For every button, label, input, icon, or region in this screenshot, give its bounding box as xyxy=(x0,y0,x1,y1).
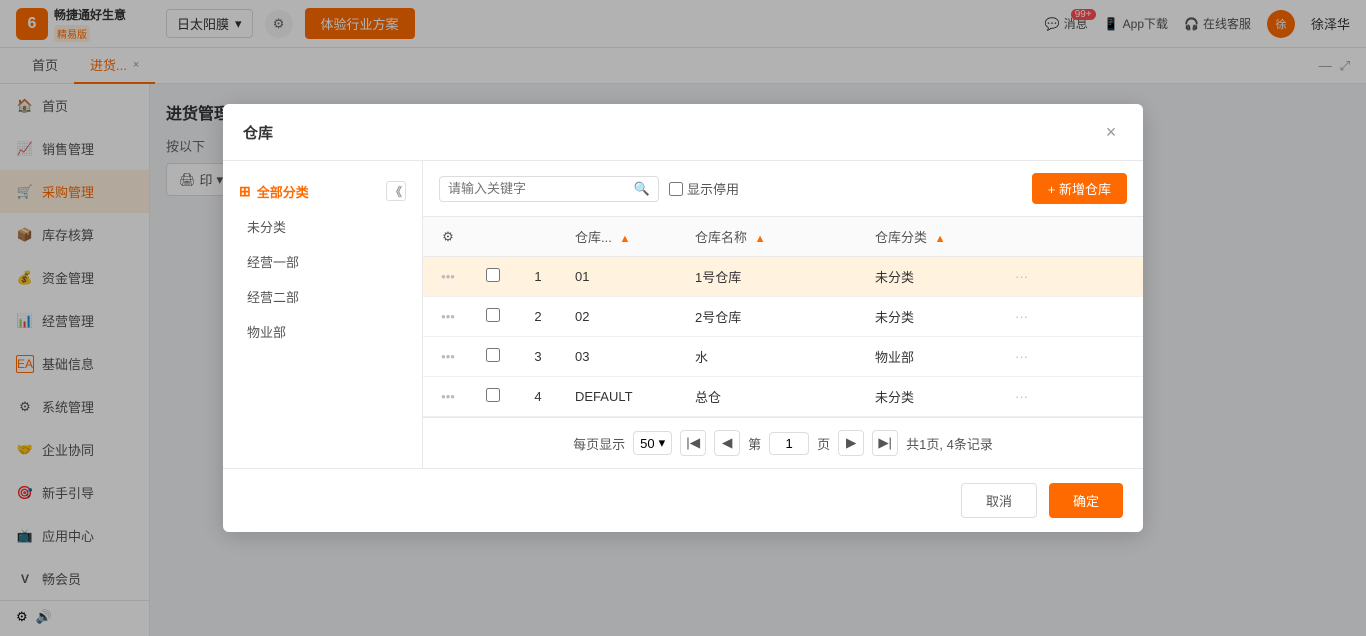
category-operations2[interactable]: 经营二部 xyxy=(223,279,422,314)
row-name-1: 2号仓库 xyxy=(683,297,863,337)
page-number-input[interactable] xyxy=(769,432,809,455)
page-next-button[interactable]: ▶ xyxy=(838,430,864,456)
category-operations1[interactable]: 经营一部 xyxy=(223,244,422,279)
category-all[interactable]: ⊞ 全部分类 《 xyxy=(223,173,422,209)
col-code-header[interactable]: 仓库... ▲ xyxy=(563,217,683,257)
row-settings-1[interactable]: ••• xyxy=(423,297,473,337)
row-name-0: 1号仓库 xyxy=(683,257,863,297)
row-action-1[interactable]: ··· xyxy=(1003,297,1143,337)
category-property[interactable]: 物业部 xyxy=(223,314,422,349)
sort-category-icon: ▲ xyxy=(935,233,946,245)
row-code-1: 02 xyxy=(563,297,683,337)
search-icon[interactable]: 🔍 xyxy=(634,181,650,197)
col-num xyxy=(513,217,563,257)
row-num-3: 4 xyxy=(513,377,563,417)
row-code-0: 01 xyxy=(563,257,683,297)
warehouse-dialog: 仓库 × ⊞ 全部分类 《 未分类 经营一部 经营二部 物业部 xyxy=(223,104,1143,532)
dialog-overlay: 仓库 × ⊞ 全部分类 《 未分类 经营一部 经营二部 物业部 xyxy=(0,0,1366,636)
sort-name-icon: ▲ xyxy=(755,233,766,245)
cancel-button[interactable]: 取消 xyxy=(961,483,1037,518)
table-row[interactable]: ••• 1 01 1号仓库 未分类 ··· xyxy=(423,257,1143,297)
row-action-0[interactable]: ··· xyxy=(1003,257,1143,297)
row-checkbox-0[interactable] xyxy=(473,257,513,297)
category-unclassified[interactable]: 未分类 xyxy=(223,209,422,244)
per-page-chevron: ▾ xyxy=(659,435,666,451)
col-name-header[interactable]: 仓库名称 ▲ xyxy=(683,217,863,257)
row-action-3[interactable]: ··· xyxy=(1003,377,1143,417)
row-settings-0[interactable]: ••• xyxy=(423,257,473,297)
row-category-1: 未分类 xyxy=(863,297,1003,337)
row-name-3: 总仓 xyxy=(683,377,863,417)
dialog-close-button[interactable]: × xyxy=(1099,120,1123,144)
grid-icon: ⊞ xyxy=(239,183,251,200)
row-action-2[interactable]: ··· xyxy=(1003,337,1143,377)
col-actions xyxy=(1003,217,1143,257)
row-code-3: DEFAULT xyxy=(563,377,683,417)
row-checkbox-2[interactable] xyxy=(473,337,513,377)
row-category-0: 未分类 xyxy=(863,257,1003,297)
dialog-footer: 取消 确定 xyxy=(223,468,1143,532)
per-page-label: 每页显示 xyxy=(573,434,625,453)
page-last-button[interactable]: ▶| xyxy=(872,430,898,456)
show-disabled-label[interactable]: 显示停用 xyxy=(669,179,739,198)
page-total-info: 共1页, 4条记录 xyxy=(906,434,993,453)
dialog-header: 仓库 × xyxy=(223,104,1143,161)
collapse-button[interactable]: 《 xyxy=(386,181,406,201)
row-settings-2[interactable]: ••• xyxy=(423,337,473,377)
table-row[interactable]: ••• 2 02 2号仓库 未分类 ··· xyxy=(423,297,1143,337)
row-code-2: 03 xyxy=(563,337,683,377)
dialog-title: 仓库 xyxy=(243,122,273,143)
row-checkbox-1[interactable] xyxy=(473,297,513,337)
row-num-1: 2 xyxy=(513,297,563,337)
confirm-button[interactable]: 确定 xyxy=(1049,483,1123,518)
page-label: 第 xyxy=(748,434,761,453)
search-input-wrap: 🔍 xyxy=(439,176,659,202)
row-num-0: 1 xyxy=(513,257,563,297)
new-warehouse-button[interactable]: + 新增仓库 xyxy=(1032,173,1127,204)
per-page-select[interactable]: 50 ▾ xyxy=(633,431,672,455)
col-checkbox xyxy=(473,217,513,257)
search-input[interactable] xyxy=(448,181,634,196)
table-toolbar: 🔍 显示停用 + 新增仓库 xyxy=(423,161,1143,217)
row-num-2: 3 xyxy=(513,337,563,377)
pagination: 每页显示 50 ▾ |◀ ◀ 第 页 ▶ ▶| 共1页, 4条记录 xyxy=(423,417,1143,468)
row-name-2: 水 xyxy=(683,337,863,377)
data-table: ⚙ 仓库... ▲ 仓库名称 ▲ xyxy=(423,217,1143,417)
row-settings-3[interactable]: ••• xyxy=(423,377,473,417)
show-disabled-checkbox[interactable] xyxy=(669,182,683,196)
page-first-button[interactable]: |◀ xyxy=(680,430,706,456)
table-row[interactable]: ••• 3 03 水 物业部 ··· xyxy=(423,337,1143,377)
page-prev-button[interactable]: ◀ xyxy=(714,430,740,456)
sort-code-icon: ▲ xyxy=(619,233,630,245)
category-panel: ⊞ 全部分类 《 未分类 经营一部 经营二部 物业部 xyxy=(223,161,423,468)
table-row[interactable]: ••• 4 DEFAULT 总仓 未分类 ··· xyxy=(423,377,1143,417)
dialog-body: ⊞ 全部分类 《 未分类 经营一部 经营二部 物业部 🔍 xyxy=(223,161,1143,468)
table-panel: 🔍 显示停用 + 新增仓库 ⚙ xyxy=(423,161,1143,468)
row-checkbox-3[interactable] xyxy=(473,377,513,417)
row-category-3: 未分类 xyxy=(863,377,1003,417)
page-suffix: 页 xyxy=(817,434,830,453)
row-category-2: 物业部 xyxy=(863,337,1003,377)
col-settings[interactable]: ⚙ xyxy=(423,217,473,257)
col-category-header[interactable]: 仓库分类 ▲ xyxy=(863,217,1003,257)
